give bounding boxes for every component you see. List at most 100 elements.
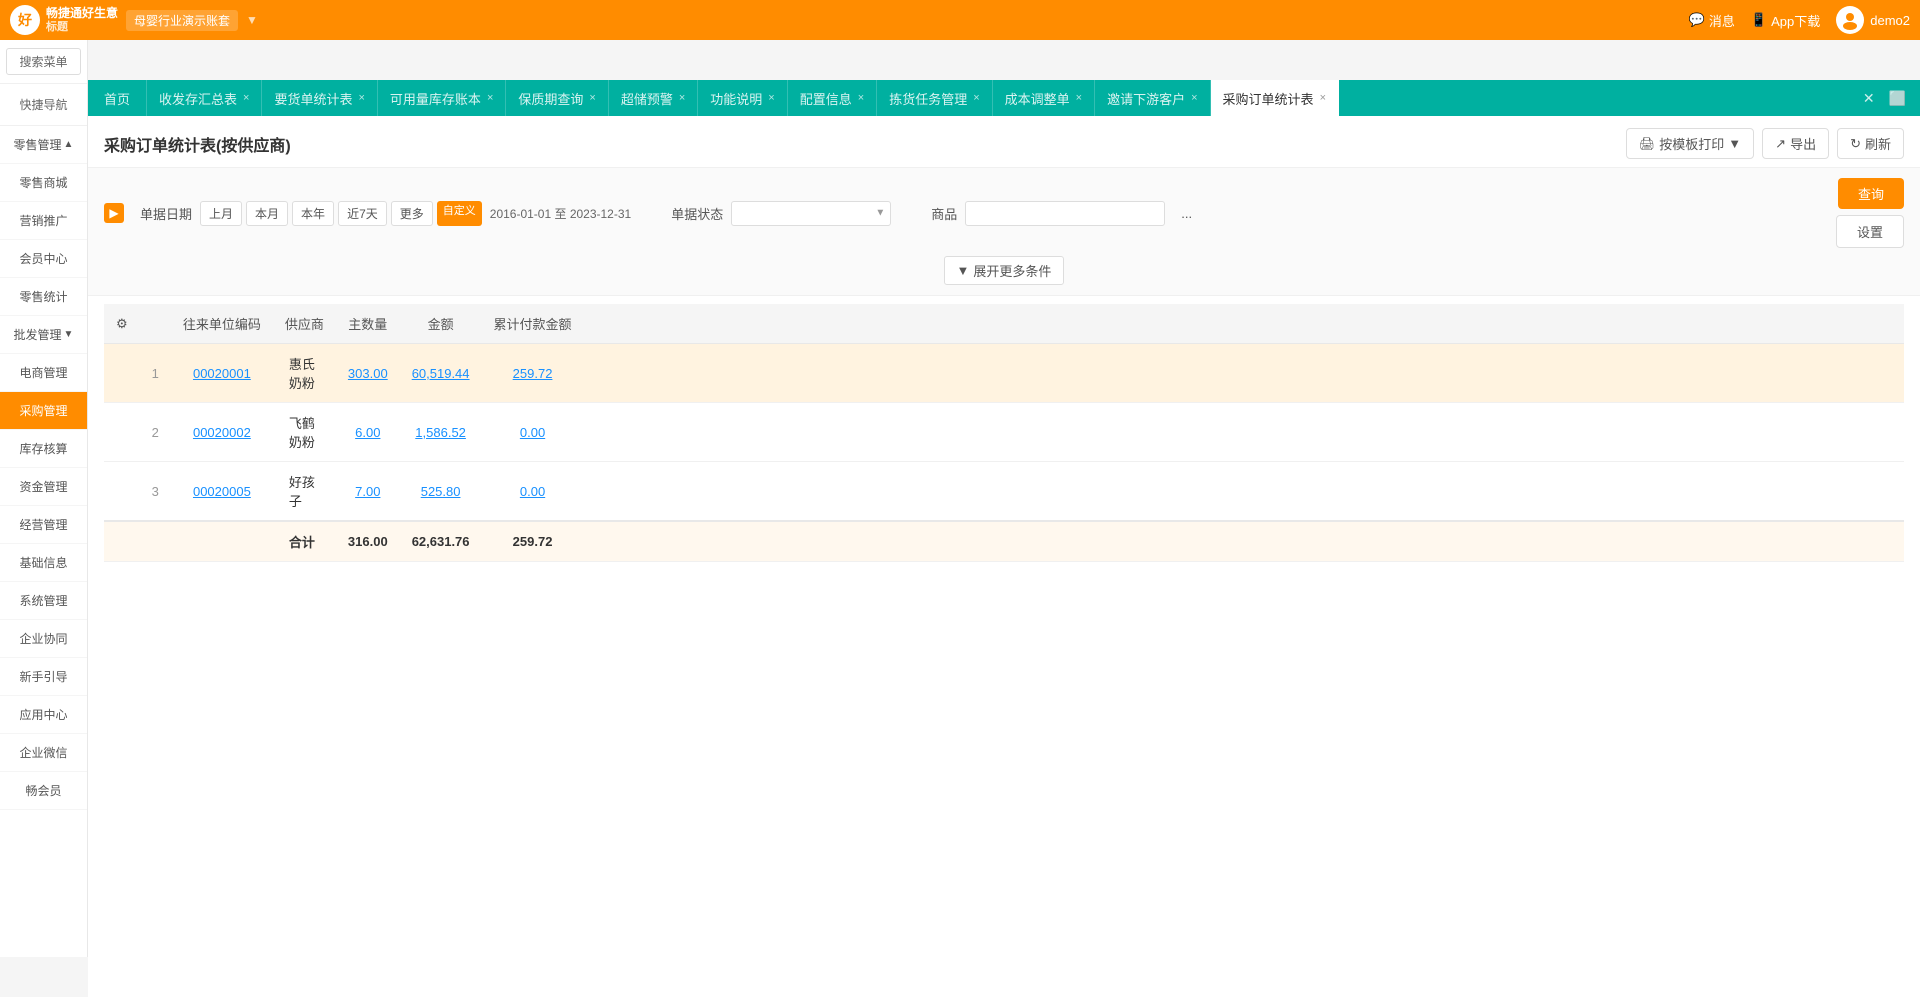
tab-pick-task[interactable]: 拣货任务管理 × — [877, 80, 992, 116]
sidebar-item-enterprise-coop[interactable]: 企业协同 — [0, 620, 87, 658]
filter-toggle-btn[interactable]: ▶ — [104, 203, 124, 223]
table-row: 3 00020005 好孩子 7.00 525.80 0.00 — [104, 462, 1904, 522]
custom-date-badge: 自定义 — [437, 201, 482, 226]
footer-row: 合计 316.00 62,631.76 259.72 — [104, 521, 1904, 562]
sidebar-item-retail-mgmt[interactable]: 零售管理 ▲ — [0, 126, 87, 164]
tab-cost-adjust[interactable]: 成本调整单 × — [993, 80, 1095, 116]
sidebar-item-base-info[interactable]: 基础信息 — [0, 544, 87, 582]
row2-unit-code[interactable]: 00020002 — [171, 403, 273, 462]
tab-close-invite[interactable]: × — [1191, 92, 1197, 104]
row1-amount[interactable]: 60,519.44 — [400, 344, 482, 403]
row1-unit-code[interactable]: 00020001 — [171, 344, 273, 403]
more-date-btn[interactable]: 更多 — [391, 201, 433, 226]
tab-warranty[interactable]: 保质期查询 × — [506, 80, 608, 116]
row1-settings — [104, 344, 140, 403]
row1-main-qty[interactable]: 303.00 — [336, 344, 400, 403]
row3-num: 3 — [140, 462, 171, 522]
row2-settings — [104, 403, 140, 462]
tab-available-stock[interactable]: 可用量库存账本 × — [378, 80, 506, 116]
last-month-btn[interactable]: 上月 — [200, 201, 242, 226]
sidebar-item-retail-stat[interactable]: 零售统计 — [0, 278, 87, 316]
search-menu-btn[interactable]: 搜索菜单 — [6, 48, 81, 75]
export-icon: ↗ — [1775, 136, 1786, 152]
sidebar-item-finance[interactable]: 资金管理 — [0, 468, 87, 506]
tab-close-purchase[interactable]: × — [1320, 92, 1326, 104]
footer-unit-code — [171, 521, 273, 562]
tab-close-cost[interactable]: × — [1076, 92, 1082, 104]
sidebar-item-app-center[interactable]: 应用中心 — [0, 696, 87, 734]
row1-extra — [584, 344, 1904, 403]
arrow-icon2: ▼ — [64, 329, 74, 340]
sidebar-item-member-center[interactable]: 会员中心 — [0, 240, 87, 278]
app-download-btn[interactable]: 📱 App下载 — [1751, 11, 1820, 30]
tab-purchase-stat[interactable]: 采购订单统计表 × — [1211, 80, 1339, 116]
tab-maximize-icon[interactable]: ⬜ — [1883, 86, 1912, 111]
row3-unit-code[interactable]: 00020005 — [171, 462, 273, 522]
sidebar-item-inventory[interactable]: 库存核算 — [0, 430, 87, 468]
export-btn[interactable]: ↗ 导出 — [1762, 128, 1829, 159]
tab-close-pick[interactable]: × — [973, 92, 979, 104]
tab-close-available[interactable]: × — [487, 92, 493, 104]
sidebar-item-ecom-mgmt[interactable]: 电商管理 — [0, 354, 87, 392]
this-month-btn[interactable]: 本月 — [246, 201, 288, 226]
top-bar-left: 好 畅捷通好生意 标题 母婴行业演示账套 ▼ — [10, 5, 258, 35]
settings-btn[interactable]: 设置 — [1836, 215, 1904, 248]
tab-close-collection[interactable]: × — [243, 92, 249, 104]
sidebar-item-sys-mgmt[interactable]: 系统管理 — [0, 582, 87, 620]
footer-num — [140, 521, 171, 562]
query-btn[interactable]: 查询 — [1838, 178, 1904, 209]
date-label: 单据日期 — [140, 204, 192, 223]
tab-invite[interactable]: 邀请下游客户 × — [1095, 80, 1210, 116]
dropdown-arrow-icon[interactable]: ▼ — [246, 13, 258, 27]
tab-function[interactable]: 功能说明 × — [698, 80, 787, 116]
sidebar-item-ops-mgmt[interactable]: 经营管理 — [0, 506, 87, 544]
th-paid-amount: 累计付款金额 — [482, 304, 584, 344]
tab-collection-summary[interactable]: 收发存汇总表 × — [147, 80, 262, 116]
expand-arrow-icon: ▼ — [957, 263, 970, 278]
tab-bar-actions: ✕ ⬜ — [1857, 86, 1920, 111]
sidebar-item-marketing[interactable]: 营销推广 — [0, 202, 87, 240]
this-year-btn[interactable]: 本年 — [292, 201, 334, 226]
quick-nav-btn[interactable]: 快捷导航 — [6, 92, 81, 117]
template-print-btn[interactable]: 🖨 按模板打印 ▼ — [1626, 128, 1754, 159]
row2-main-qty[interactable]: 6.00 — [336, 403, 400, 462]
th-settings[interactable]: ⚙ — [104, 304, 140, 344]
row3-main-qty[interactable]: 7.00 — [336, 462, 400, 522]
7days-btn[interactable]: 近7天 — [338, 201, 387, 226]
row2-amount[interactable]: 1,586.52 — [400, 403, 482, 462]
sidebar-item-member[interactable]: 畅会员 — [0, 772, 87, 810]
row1-paid-amount[interactable]: 259.72 — [482, 344, 584, 403]
tab-close-overstock[interactable]: × — [679, 92, 685, 104]
sidebar-item-purchase-mgmt[interactable]: 采购管理 — [0, 392, 87, 430]
tab-order-summary[interactable]: 要货单统计表 × — [262, 80, 377, 116]
tab-close-warranty[interactable]: × — [589, 92, 595, 104]
row3-amount[interactable]: 525.80 — [400, 462, 482, 522]
sidebar-item-wholesale-mgmt[interactable]: 批发管理 ▼ — [0, 316, 87, 354]
sidebar-item-new-guide[interactable]: 新手引导 — [0, 658, 87, 696]
footer-amount: 62,631.76 — [400, 521, 482, 562]
status-select[interactable] — [731, 201, 891, 226]
expand-conditions-btn[interactable]: ▼ 展开更多条件 — [944, 256, 1065, 285]
tab-home[interactable]: 首页 — [88, 80, 147, 116]
goods-input[interactable] — [965, 201, 1165, 226]
sidebar-item-retail-mall[interactable]: 零售商城 — [0, 164, 87, 202]
row2-paid-amount[interactable]: 0.00 — [482, 403, 584, 462]
top-bar-right: 💬 消息 📱 App下载 demo2 — [1689, 6, 1910, 34]
sidebar-item-enterprise-wechat[interactable]: 企业微信 — [0, 734, 87, 772]
tab-close-order[interactable]: × — [358, 92, 364, 104]
table-row: 2 00020002 飞鹤奶粉 6.00 1,586.52 0.00 — [104, 403, 1904, 462]
user-area[interactable]: demo2 — [1836, 6, 1910, 34]
th-amount: 金额 — [400, 304, 482, 344]
refresh-btn[interactable]: ↻ 刷新 — [1837, 128, 1904, 159]
tab-config[interactable]: 配置信息 × — [788, 80, 877, 116]
tab-close-all-icon[interactable]: ✕ — [1857, 86, 1881, 111]
row3-paid-amount[interactable]: 0.00 — [482, 462, 584, 522]
tab-close-config[interactable]: × — [858, 92, 864, 104]
table-footer: 合计 316.00 62,631.76 259.72 — [104, 521, 1904, 562]
more-fields-btn[interactable]: ... — [1173, 203, 1200, 224]
row2-num: 2 — [140, 403, 171, 462]
tab-overstock[interactable]: 超储预警 × — [609, 80, 698, 116]
th-supplier: 供应商 — [273, 304, 336, 344]
tab-close-function[interactable]: × — [768, 92, 774, 104]
message-btn[interactable]: 💬 消息 — [1689, 11, 1735, 30]
